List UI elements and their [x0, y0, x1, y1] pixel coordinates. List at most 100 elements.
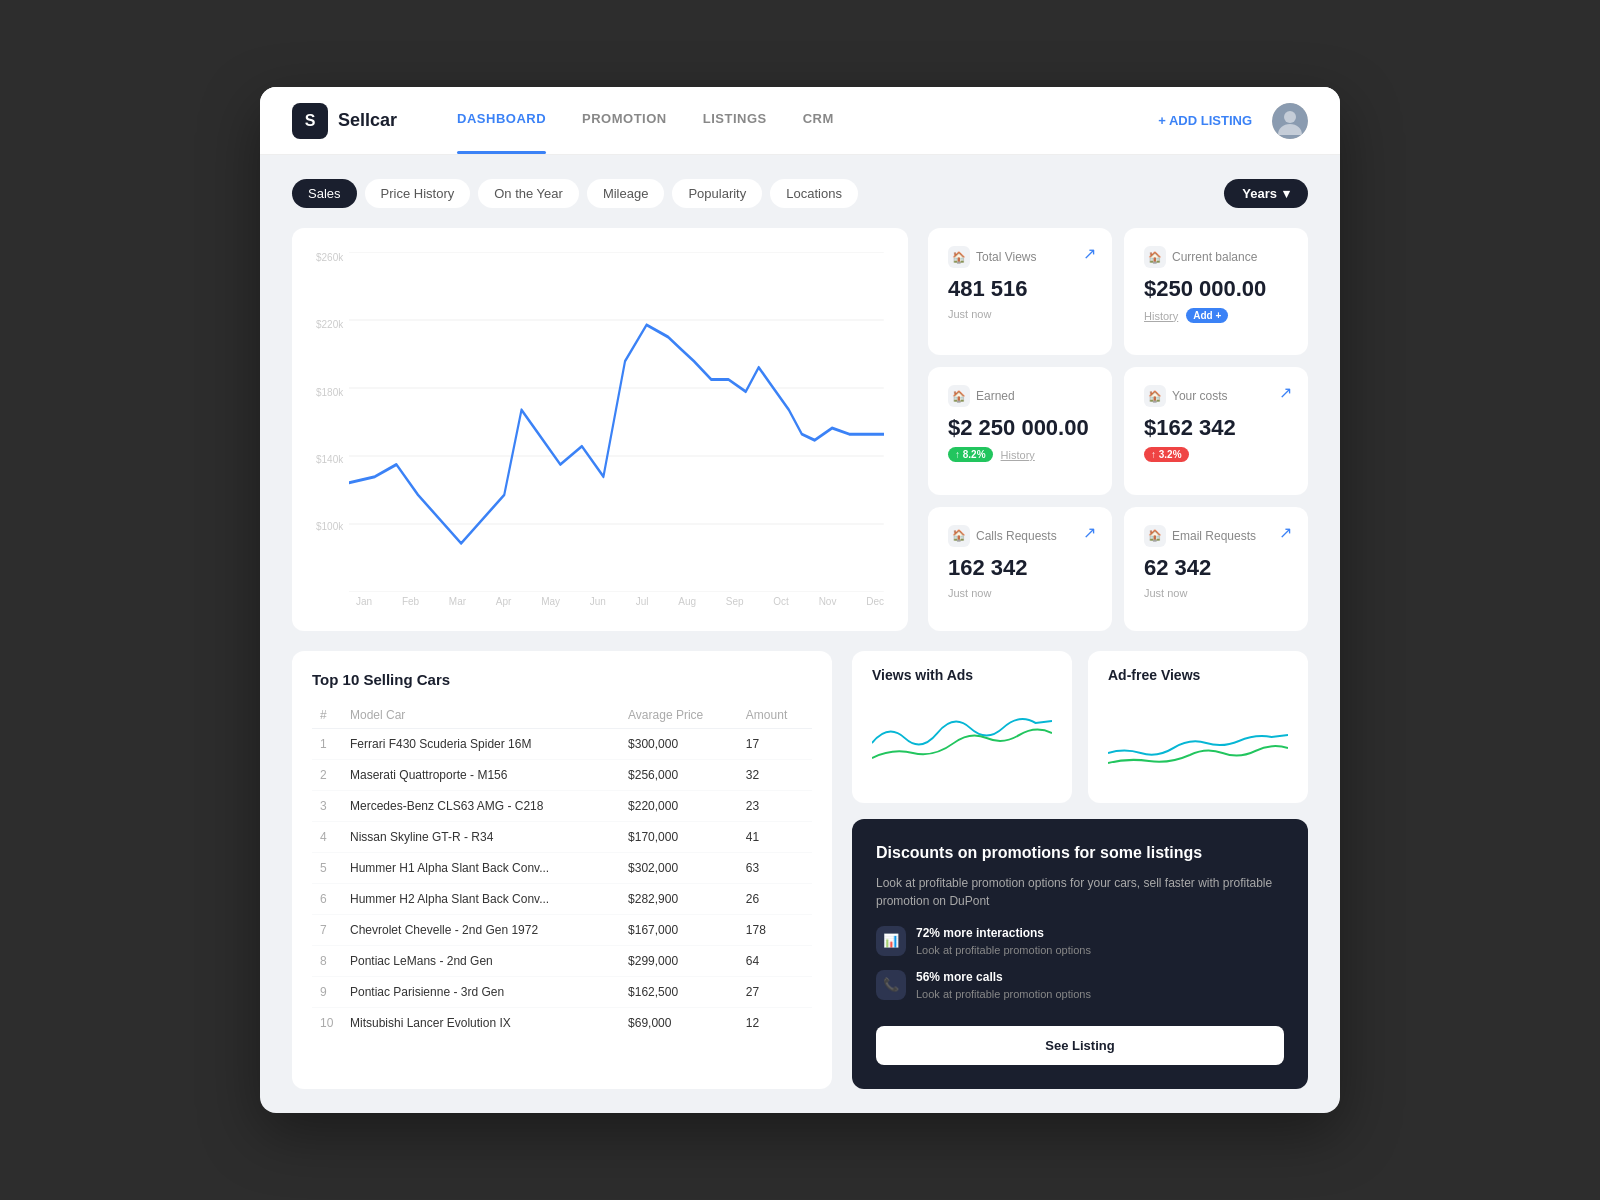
logo-name: Sellcar [338, 110, 397, 131]
row-num: 8 [312, 946, 342, 977]
row-price: $282,900 [620, 884, 738, 915]
email-icon: 🏠 [1144, 525, 1166, 547]
stat-total-views-label: 🏠 Total Views [948, 246, 1092, 268]
stat-email-label: 🏠 Email Requests [1144, 525, 1288, 547]
see-listing-button[interactable]: See Listing [876, 1026, 1284, 1065]
row-model: Hummer H2 Alpha Slant Back Conv... [342, 884, 620, 915]
ad-free-views-title: Ad-free Views [1108, 667, 1288, 683]
table-row: 3 Mercedes-Benz CLS63 AMG - C218 $220,00… [312, 791, 812, 822]
row-amount: 23 [738, 791, 812, 822]
earned-value: $2 250 000.00 [948, 415, 1092, 441]
y-label-260k: $260k [316, 252, 343, 263]
filter-price-history[interactable]: Price History [365, 179, 471, 208]
stat-costs-label: 🏠 Your costs [1144, 385, 1288, 407]
interactions-text: 72% more interactions Look at profitable… [916, 926, 1091, 958]
main-nav: DASHBOARD PROMOTION LISTINGS CRM [457, 111, 1158, 130]
table-row: 2 Maserati Quattroporte - M156 $256,000 … [312, 760, 812, 791]
col-model: Model Car [342, 702, 620, 729]
email-arrow[interactable]: ↗ [1279, 523, 1292, 542]
total-views-arrow[interactable]: ↗ [1083, 244, 1096, 263]
total-views-sub: Just now [948, 308, 1092, 320]
row-model: Ferrari F430 Scuderia Spider 16M [342, 729, 620, 760]
nav-dashboard[interactable]: DASHBOARD [457, 111, 546, 130]
table-row: 8 Pontiac LeMans - 2nd Gen $299,000 64 [312, 946, 812, 977]
years-dropdown[interactable]: Years ▾ [1224, 179, 1308, 208]
row-price: $299,000 [620, 946, 738, 977]
stat-current-balance: 🏠 Current balance $250 000.00 History Ad… [1124, 228, 1308, 355]
calls-feature-text: 56% more calls Look at profitable promot… [916, 970, 1091, 1002]
row-price: $162,500 [620, 977, 738, 1008]
promo-title: Discounts on promotions for some listing… [876, 843, 1284, 864]
row-num: 2 [312, 760, 342, 791]
row-price: $220,000 [620, 791, 738, 822]
table-row: 4 Nissan Skyline GT-R - R34 $170,000 41 [312, 822, 812, 853]
stat-your-costs: 🏠 Your costs $162 342 ↑ 3.2% ↗ [1124, 367, 1308, 494]
y-label-220k: $220k [316, 319, 343, 330]
calls-arrow[interactable]: ↗ [1083, 523, 1096, 542]
row-num: 9 [312, 977, 342, 1008]
bottom-section: Top 10 Selling Cars # Model Car Avarage … [292, 651, 1308, 1089]
row-amount: 178 [738, 915, 812, 946]
row-num: 6 [312, 884, 342, 915]
row-price: $256,000 [620, 760, 738, 791]
col-amount: Amount [738, 702, 812, 729]
promo-feature-interactions: 📊 72% more interactions Look at profitab… [876, 926, 1284, 958]
stats-grid: 🏠 Total Views 481 516 Just now ↗ 🏠 Curre… [928, 228, 1308, 631]
calls-strong: 56% more calls [916, 970, 1091, 984]
stat-balance-label: 🏠 Current balance [1144, 246, 1288, 268]
filter-sales[interactable]: Sales [292, 179, 357, 208]
chart-y-labels: $260k $220k $180k $140k $100k [316, 252, 349, 532]
avatar[interactable] [1272, 103, 1308, 139]
row-model: Hummer H1 Alpha Slant Back Conv... [342, 853, 620, 884]
calls-feature-icon: 📞 [876, 970, 906, 1000]
calls-value: 162 342 [948, 555, 1092, 581]
logo-icon: S [292, 103, 328, 139]
y-label-140k: $140k [316, 454, 343, 465]
table-title: Top 10 Selling Cars [312, 671, 812, 688]
main-content: Sales Price History On the Year Mileage … [260, 155, 1340, 1113]
row-amount: 64 [738, 946, 812, 977]
row-model: Pontiac Parisienne - 3rd Gen [342, 977, 620, 1008]
svg-point-1 [1284, 111, 1296, 123]
calls-icon: 🏠 [948, 525, 970, 547]
filter-mileage[interactable]: Mileage [587, 179, 665, 208]
x-jun: Jun [590, 596, 606, 607]
table-row: 6 Hummer H2 Alpha Slant Back Conv... $28… [312, 884, 812, 915]
row-amount: 41 [738, 822, 812, 853]
earned-history-link[interactable]: History [1001, 449, 1035, 461]
table-row: 9 Pontiac Parisienne - 3rd Gen $162,500 … [312, 977, 812, 1008]
col-price: Avarage Price [620, 702, 738, 729]
row-price: $302,000 [620, 853, 738, 884]
row-model: Nissan Skyline GT-R - R34 [342, 822, 620, 853]
filter-on-the-year[interactable]: On the Year [478, 179, 579, 208]
filter-locations[interactable]: Locations [770, 179, 858, 208]
filter-bar: Sales Price History On the Year Mileage … [292, 179, 1308, 208]
balance-history-link[interactable]: History [1144, 310, 1178, 322]
row-model: Mitsubishi Lancer Evolution IX [342, 1008, 620, 1039]
chart-x-labels: Jan Feb Mar Apr May Jun Jul Aug Sep Oct … [316, 596, 884, 607]
filter-popularity[interactable]: Popularity [672, 179, 762, 208]
nav-promotion[interactable]: PROMOTION [582, 111, 667, 130]
add-listing-button[interactable]: + ADD LISTING [1158, 113, 1252, 128]
interactions-icon: 📊 [876, 926, 906, 956]
promo-card: Discounts on promotions for some listing… [852, 819, 1308, 1089]
email-sub: Just now [1144, 587, 1288, 599]
nav-listings[interactable]: LISTINGS [703, 111, 767, 130]
x-aug: Aug [678, 596, 696, 607]
table-header-row: # Model Car Avarage Price Amount [312, 702, 812, 729]
x-nov: Nov [819, 596, 837, 607]
logo-block: S Sellcar [292, 103, 397, 139]
balance-add-badge[interactable]: Add + [1186, 308, 1228, 323]
costs-arrow[interactable]: ↗ [1279, 383, 1292, 402]
row-amount: 27 [738, 977, 812, 1008]
balance-value: $250 000.00 [1144, 276, 1288, 302]
promo-feature-calls: 📞 56% more calls Look at profitable prom… [876, 970, 1284, 1002]
x-oct: Oct [773, 596, 789, 607]
row-num: 3 [312, 791, 342, 822]
row-num: 5 [312, 853, 342, 884]
chart-wrapper: $260k $220k $180k $140k $100k [316, 252, 884, 607]
nav-crm[interactable]: CRM [803, 111, 834, 130]
row-model: Mercedes-Benz CLS63 AMG - C218 [342, 791, 620, 822]
stat-earned: 🏠 Earned $2 250 000.00 ↑ 8.2% History [928, 367, 1112, 494]
earned-badge: ↑ 8.2% [948, 447, 993, 462]
